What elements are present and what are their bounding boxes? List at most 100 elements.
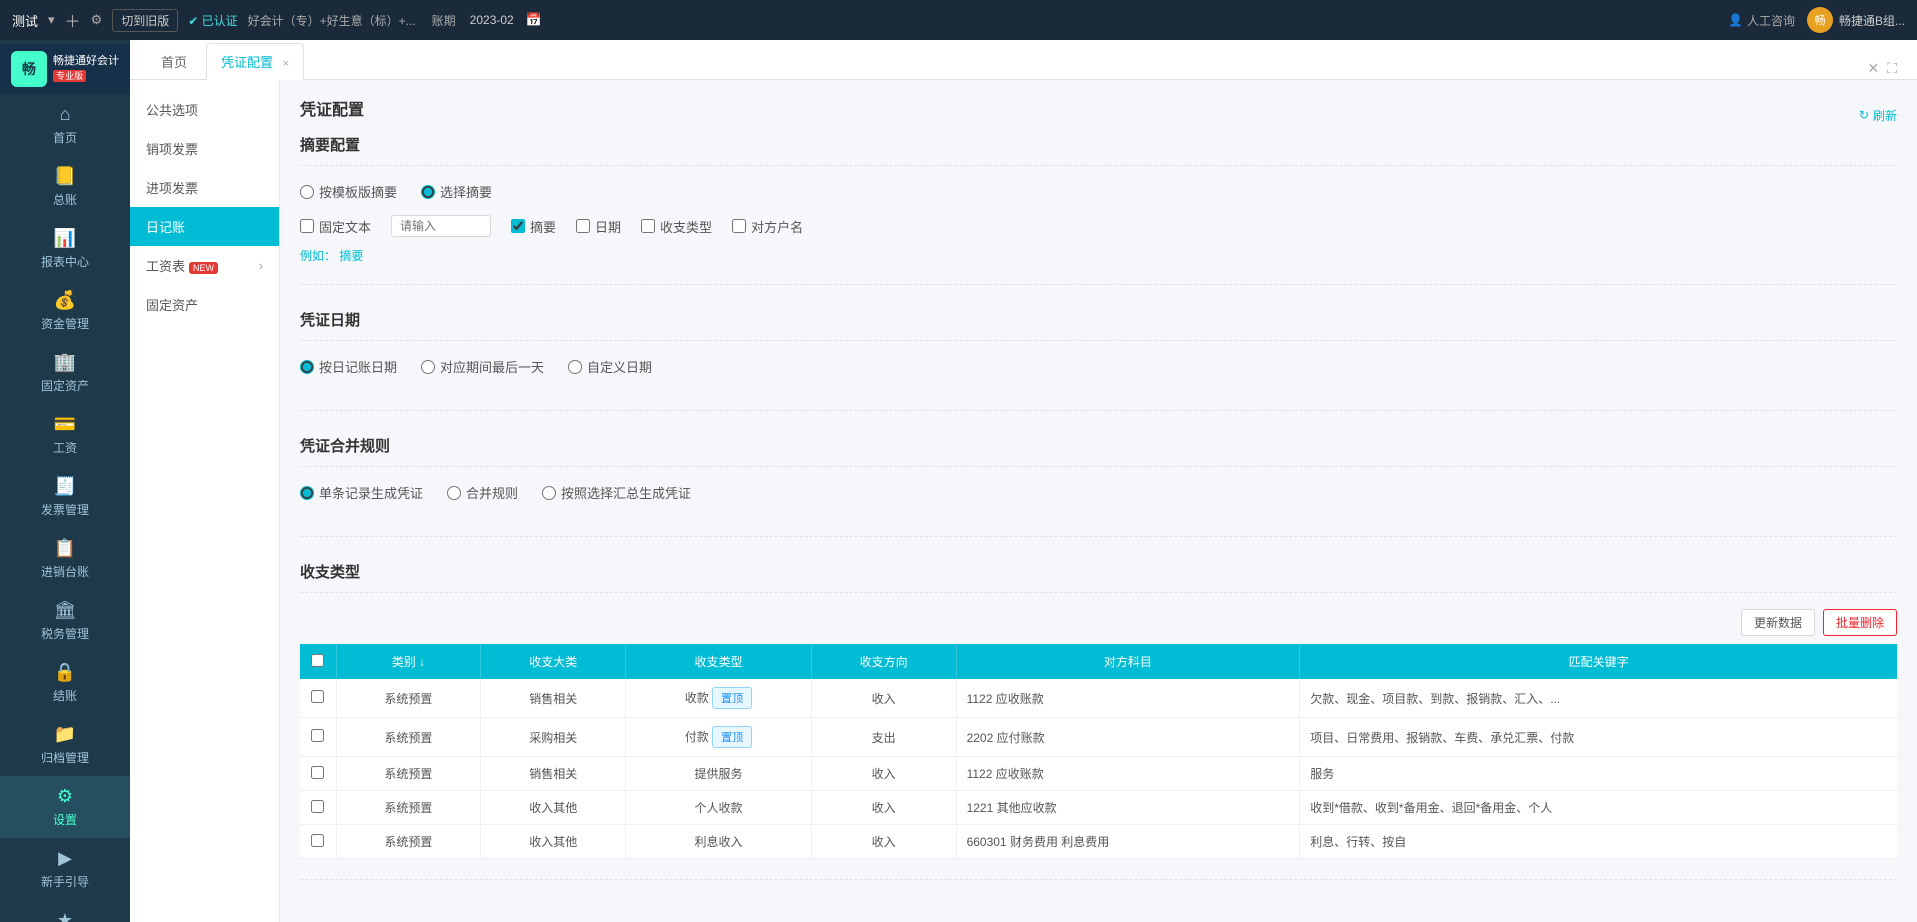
checkbox-type[interactable]: 收支类型 [641,217,712,236]
assets-icon: 🏢 [54,352,76,373]
row-sub-type: 利息收入 [626,825,811,859]
payroll-arrow-icon: › [259,258,263,273]
sidebar-item-home[interactable]: ⌂ 首页 [0,94,130,156]
radio-select-total[interactable]: 按照选择汇总生成凭证 [542,483,691,502]
summary-checkbox[interactable] [511,219,525,233]
tab-voucher-config[interactable]: 凭证配置 × [206,43,304,80]
left-menu-item-fixed-assets[interactable]: 固定资产 [130,285,279,324]
window-maximize-button[interactable]: ⛶ [1883,58,1901,79]
row-checkbox[interactable] [311,834,324,847]
tab-home[interactable]: 首页 [146,43,202,79]
sales-icon: 📋 [54,538,76,559]
sidebar-item-close[interactable]: 🔒 结账 [0,652,130,714]
sidebar-item-tax[interactable]: 🏛 税务管理 [0,590,130,652]
tab-close-icon[interactable]: × [283,58,289,70]
sub-type-tag[interactable]: 置顶 [712,687,752,709]
row-main-type: 采购相关 [481,718,626,757]
calendar-icon[interactable]: 📅 [526,12,542,28]
row-checkbox[interactable] [311,729,324,742]
date-checkbox[interactable] [576,219,590,233]
sidebar-item-sales[interactable]: 📋 进销台账 [0,528,130,590]
row-direction: 收入 [811,825,956,859]
sidebar-item-member[interactable]: ★ 畅会员 [0,900,130,922]
sidebar-item-label-guide: 新手引导 [41,873,89,890]
sidebar-item-reports[interactable]: 📊 报表中心 [0,218,130,280]
radio-merge-rule[interactable]: 合并规则 [447,483,518,502]
sidebar-item-archive[interactable]: 📁 归档管理 [0,714,130,776]
radio-custom-date[interactable]: 自定义日期 [568,357,652,376]
batch-delete-button[interactable]: 批量删除 [1823,609,1897,636]
row-checkbox-cell[interactable] [300,718,336,757]
row-sub-type: 付款 置顶 [626,718,811,757]
radio-select-input[interactable] [421,185,435,199]
checkbox-summary[interactable]: 摘要 [511,217,556,236]
row-checkbox[interactable] [311,690,324,703]
radio-journal-date-input[interactable] [300,360,314,374]
radio-select[interactable]: 选择摘要 [421,182,492,201]
row-checkbox-cell[interactable] [300,679,336,718]
sidebar-item-invoice[interactable]: 🧾 发票管理 [0,466,130,528]
radio-journal-date[interactable]: 按日记账日期 [300,357,397,376]
sidebar-item-ledger[interactable]: 📒 总账 [0,156,130,218]
row-checkbox-cell[interactable] [300,757,336,791]
radio-period-last-input[interactable] [421,360,435,374]
row-direction: 收入 [811,679,956,718]
row-category: 系统预置 [336,791,481,825]
invoice-icon: 🧾 [54,476,76,497]
sidebar-item-settings[interactable]: ⚙ 设置 [0,776,130,838]
th-checkbox[interactable] [300,644,336,679]
left-menu-item-journal[interactable]: 日记账 [130,207,279,246]
counterpart-checkbox[interactable] [732,219,746,233]
sidebar-item-salary[interactable]: 💳 工资 [0,404,130,466]
checkbox-date[interactable]: 日期 [576,217,621,236]
radio-select-label: 选择摘要 [440,182,492,201]
row-checkbox[interactable] [311,766,324,779]
user-menu[interactable]: 畅 畅捷通B组... [1807,7,1905,33]
top-bar-settings-icon[interactable]: ⚙ [91,12,103,28]
radio-select-total-input[interactable] [542,486,556,500]
content-area: 首页 凭证配置 × ✕ ⛶ 公共选项 销项发票 进项发票 [130,40,1917,922]
radio-template-input[interactable] [300,185,314,199]
left-menu-item-public[interactable]: 公共选项 [130,90,279,129]
tags-label: 好会计（专）+好生意（标）+... [248,12,416,29]
table-body: 系统预置 销售相关 收款 置顶 收入 1122 应收账款 欠款、现金、项目款、到… [300,679,1897,859]
row-checkbox-cell[interactable] [300,825,336,859]
sidebar-item-funds[interactable]: 💰 资金管理 [0,280,130,342]
sub-type-tag[interactable]: 置顶 [712,726,752,748]
fixed-text-checkbox[interactable] [300,219,314,233]
radio-template[interactable]: 按模板版摘要 [300,182,397,201]
help-button[interactable]: 👤 人工咨询 [1728,12,1795,29]
fixed-text-input[interactable] [391,215,491,237]
window-close-button[interactable]: ✕ [1863,58,1883,79]
top-bar-arrow-icon[interactable]: ▾ [48,12,55,28]
left-menu-item-payroll[interactable]: 工资表NEW › [130,246,279,285]
select-all-checkbox[interactable] [311,654,324,667]
refresh-button[interactable]: ↻ 刷新 [1859,107,1897,124]
sidebar-item-assets[interactable]: 🏢 固定资产 [0,342,130,404]
checkbox-counterpart[interactable]: 对方户名 [732,217,803,236]
reports-icon: 📊 [54,228,76,249]
ledger-icon: 📒 [54,166,76,187]
radio-single-label: 单条记录生成凭证 [319,483,423,502]
update-data-button[interactable]: 更新数据 [1741,609,1815,636]
left-menu-item-purchase-invoice[interactable]: 进项发票 [130,168,279,207]
radio-single-input[interactable] [300,486,314,500]
row-account: 2202 应付账款 [956,718,1300,757]
radio-custom-date-input[interactable] [568,360,582,374]
page-title: 凭证配置 [300,96,364,120]
switch-version-button[interactable]: 切到旧版 [112,9,178,32]
radio-single[interactable]: 单条记录生成凭证 [300,483,423,502]
checkbox-fixed-text[interactable]: 固定文本 [300,217,371,236]
top-bar-add-icon[interactable]: ＋ [65,8,81,32]
sidebar-item-label-reports: 报表中心 [41,253,89,270]
row-checkbox-cell[interactable] [300,791,336,825]
radio-period-last[interactable]: 对应期间最后一天 [421,357,544,376]
type-checkbox[interactable] [641,219,655,233]
row-checkbox[interactable] [311,800,324,813]
row-direction: 收入 [811,791,956,825]
radio-merge-rule-input[interactable] [447,486,461,500]
sidebar-item-guide[interactable]: ▶ 新手引导 [0,838,130,900]
content-top: 凭证配置 ↻ 刷新 [300,96,1897,134]
type-checkbox-label: 收支类型 [660,217,712,236]
left-menu-item-sales-invoice[interactable]: 销项发票 [130,129,279,168]
